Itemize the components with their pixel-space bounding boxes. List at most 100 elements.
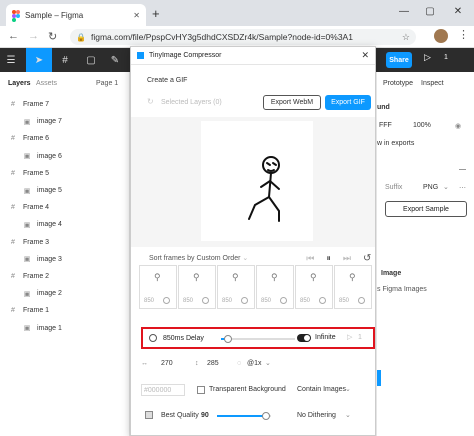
delay-label: 850ms Delay <box>163 334 204 342</box>
forward-icon[interactable]: → <box>28 30 39 42</box>
main-menu-icon[interactable]: ☰ <box>0 48 22 72</box>
lock-icon: 🔒 <box>76 32 86 42</box>
quality-slider-knob[interactable] <box>261 412 270 420</box>
page-selector[interactable]: Page 1 <box>96 80 118 87</box>
frame-delay-value[interactable]: 850 <box>339 298 349 304</box>
close-tab-icon[interactable]: ✕ <box>133 11 140 20</box>
frame-tool-icon[interactable]: # <box>54 48 76 72</box>
dithering-dropdown[interactable]: No Dithering <box>297 412 336 419</box>
share-button[interactable]: Share <box>386 52 412 68</box>
shape-tool-icon[interactable]: ▢ <box>80 48 102 72</box>
layer-image[interactable]: ▣ image 4 <box>0 216 130 233</box>
bookmark-star-icon[interactable]: ☆ <box>402 32 410 43</box>
layer-image[interactable]: ▣ image 2 <box>0 285 130 302</box>
scale-dropdown[interactable]: @1x <box>247 360 262 367</box>
frame-preview-icon: ⚲ <box>193 272 200 282</box>
layer-frame[interactable]: # Frame 7 <box>0 96 130 113</box>
delay-slider[interactable] <box>221 335 295 343</box>
layer-frame[interactable]: # Frame 3 <box>0 234 130 251</box>
pause-icon[interactable]: ⏸ <box>326 253 331 264</box>
minus-icon[interactable]: — <box>459 166 466 173</box>
background-hex[interactable]: FFF <box>379 122 392 129</box>
zoom-level[interactable]: 1 <box>444 54 448 61</box>
first-frame-icon[interactable]: ⏮ <box>306 253 314 264</box>
frame-thumbnail[interactable]: ⚲ 850 <box>217 265 255 309</box>
present-icon[interactable]: ▷ <box>424 52 431 63</box>
frame-delay-value[interactable]: 850 <box>261 298 271 304</box>
browser-tab[interactable]: Sample – Figma ✕ <box>6 4 146 26</box>
repeat-count[interactable]: 1 <box>358 334 362 341</box>
layer-image[interactable]: ▣ image 1 <box>0 320 130 337</box>
chevron-down-icon[interactable]: ⌄ <box>345 411 351 419</box>
refresh-icon[interactable]: ↻ <box>147 97 154 106</box>
suffix-field[interactable]: Suffix <box>385 184 402 191</box>
reload-icon[interactable]: ↻ <box>48 30 57 43</box>
chevron-down-icon[interactable]: ⌄ <box>240 254 248 262</box>
browser-menu-icon[interactable]: ⋮ <box>458 28 469 41</box>
profile-avatar[interactable] <box>434 29 448 43</box>
height-icon: ↕ <box>195 360 199 367</box>
width-field[interactable]: 270 <box>161 360 173 367</box>
export-gif-button[interactable]: Export GIF <box>325 95 371 110</box>
background-row: #000000 Transparent Background Contain I… <box>141 383 375 397</box>
maximize-button[interactable]: ▢ <box>420 6 440 17</box>
close-icon[interactable]: ✕ <box>361 50 369 61</box>
background-opacity[interactable]: 100% <box>413 122 431 129</box>
delay-slider-knob[interactable] <box>224 335 233 343</box>
frame-thumbnail[interactable]: ⚲ 850 <box>256 265 294 309</box>
reset-icon[interactable]: ↺ <box>363 253 371 264</box>
more-icon[interactable]: ⋯ <box>459 184 466 192</box>
move-tool-icon[interactable]: ➤ <box>26 48 52 72</box>
infinite-toggle[interactable] <box>297 334 311 342</box>
frame-delay-value[interactable]: 850 <box>300 298 310 304</box>
format-dropdown[interactable]: PNG <box>423 184 438 191</box>
chevron-down-icon[interactable]: ⌄ <box>345 385 351 393</box>
height-field[interactable]: 285 <box>207 360 219 367</box>
contain-images-dropdown[interactable]: Contain Images <box>297 386 346 393</box>
pen-tool-icon[interactable]: ✎ <box>104 48 126 72</box>
layer-image[interactable]: ▣ image 5 <box>0 182 130 199</box>
frame-thumbnail[interactable]: ⚲ 850 <box>178 265 216 309</box>
show-in-exports-label: w in exports <box>377 140 415 147</box>
tab-inspect[interactable]: Inspect <box>421 80 444 87</box>
layer-label: Frame 4 <box>23 204 50 212</box>
frame-delay-value[interactable]: 850 <box>144 298 154 304</box>
tab-prototype[interactable]: Prototype <box>383 80 413 87</box>
transparent-checkbox[interactable] <box>197 386 205 394</box>
frame-thumbnail[interactable]: ⚲ 850 <box>139 265 177 309</box>
frame-delay-value[interactable]: 850 <box>183 298 193 304</box>
frame-thumbnail[interactable]: ⚲ 850 <box>334 265 372 309</box>
eye-icon[interactable]: ◉ <box>455 122 461 130</box>
last-frame-icon[interactable]: ⏭ <box>343 253 351 264</box>
sort-frames-dropdown[interactable]: Sort frames by Custom Order <box>149 255 240 262</box>
frame-delay-value[interactable]: 850 <box>222 298 232 304</box>
minimize-button[interactable]: — <box>394 6 414 17</box>
address-bar[interactable]: 🔒 figma.com/file/PpspCvHY3g5dhdCXSDZr4k/… <box>70 29 416 45</box>
frame-thumbnail[interactable]: ⚲ 850 <box>295 265 333 309</box>
layer-frame[interactable]: # Frame 2 <box>0 268 130 285</box>
color-input[interactable]: #000000 <box>141 384 185 396</box>
chevron-down-icon[interactable]: ⌄ <box>443 183 449 191</box>
delay-settings-row: 850ms Delay Infinite ▷ 1 <box>141 327 375 349</box>
back-icon[interactable]: ← <box>8 30 19 42</box>
layer-image[interactable]: ▣ image 3 <box>0 251 130 268</box>
frame-strip: ⚲ 850 ⚲ 850 ⚲ 850 ⚲ 850 ⚲ 850 ⚲ 850 <box>139 265 375 309</box>
quality-slider[interactable] <box>217 412 271 420</box>
layer-label: image 1 <box>37 324 62 332</box>
frame-timer-icon <box>202 297 209 304</box>
new-tab-button[interactable]: + <box>152 6 160 21</box>
close-window-button[interactable]: ✕ <box>448 6 468 17</box>
layer-image[interactable]: ▣ image 6 <box>0 148 130 165</box>
layer-frame[interactable]: # Frame 5 <box>0 165 130 182</box>
layer-image[interactable]: ▣ image 7 <box>0 113 130 130</box>
chevron-down-icon[interactable]: ⌄ <box>265 359 271 367</box>
tab-assets[interactable]: Assets <box>36 80 57 87</box>
layer-frame[interactable]: # Frame 6 <box>0 130 130 147</box>
tab-layers[interactable]: Layers <box>8 80 31 87</box>
frame-icon: # <box>11 307 15 315</box>
export-webm-button[interactable]: Export WebM <box>263 95 321 110</box>
layer-frame[interactable]: # Frame 4 <box>0 199 130 216</box>
export-sample-button[interactable]: Export Sample <box>385 201 467 217</box>
layer-label: image 5 <box>37 187 62 194</box>
layer-frame[interactable]: # Frame 1 <box>0 302 130 319</box>
